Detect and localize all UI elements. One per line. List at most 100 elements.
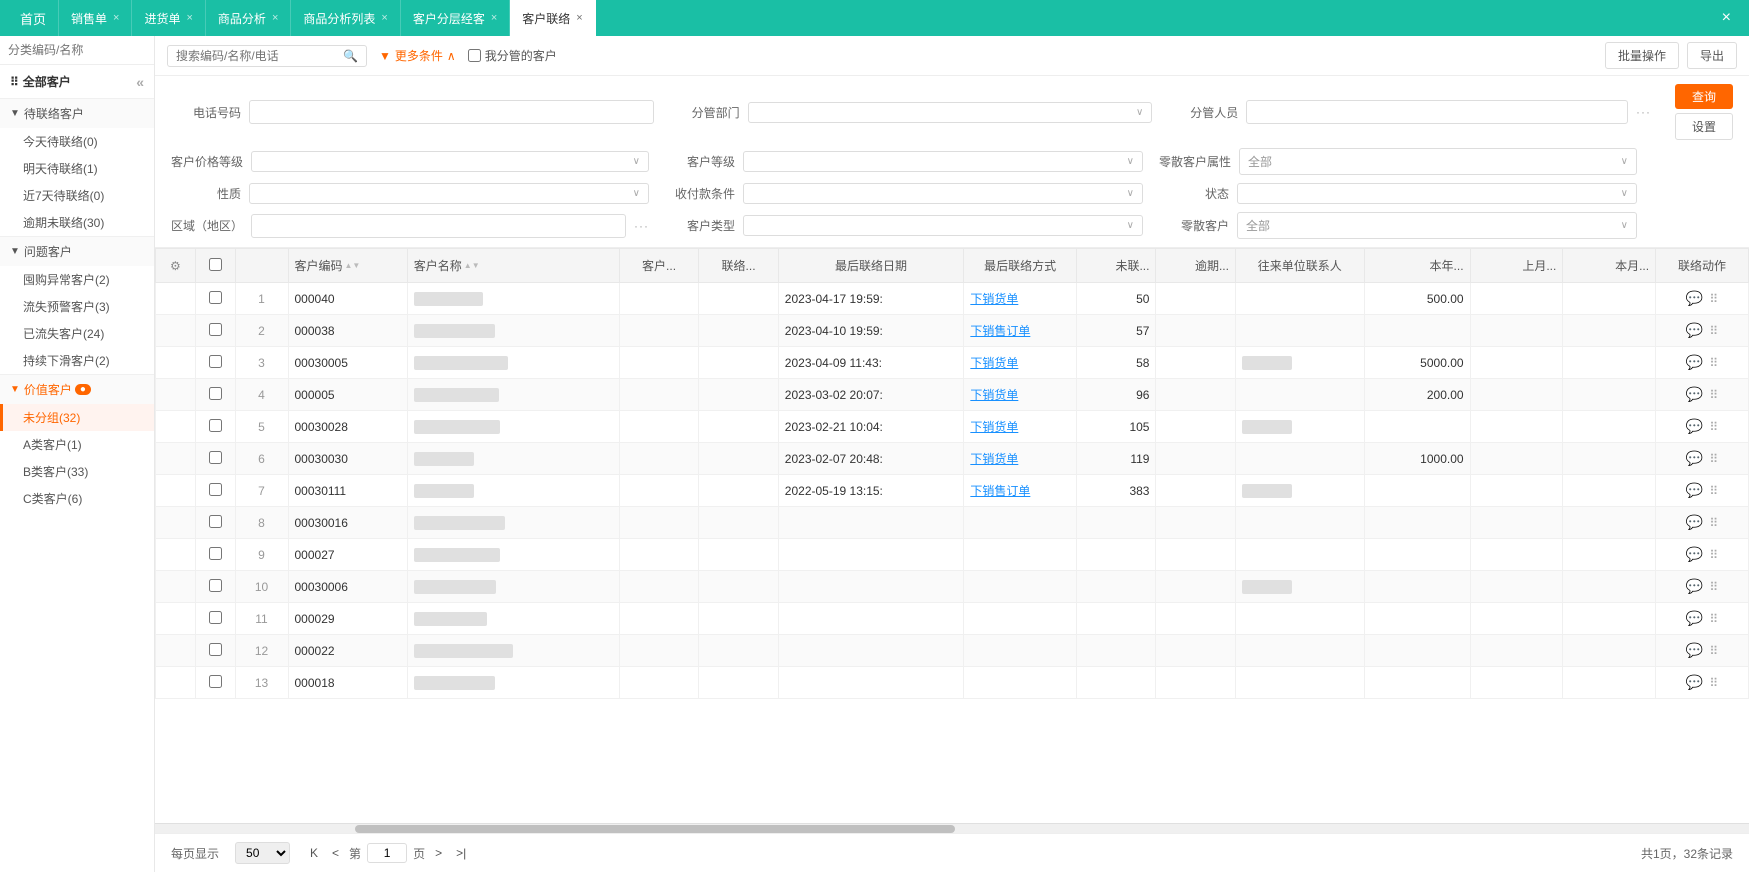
my-customers-checkbox[interactable]: 我分管的客户: [468, 47, 557, 64]
grid-menu-icon[interactable]: ⠿: [1709, 548, 1718, 562]
method-link[interactable]: 下销货单: [970, 452, 1018, 466]
method-link[interactable]: 下销售订单: [970, 324, 1030, 338]
filter-phone-input[interactable]: [249, 100, 654, 124]
chat-icon[interactable]: 💬: [1686, 322, 1703, 339]
row-checkbox[interactable]: [209, 579, 222, 592]
sidebar-collapse-icon[interactable]: «: [136, 74, 144, 90]
filter-retail-attr-select[interactable]: 全部 ∨: [1239, 148, 1637, 175]
close-tab-customer-tier[interactable]: ×: [491, 12, 497, 24]
sidebar-item-overdue[interactable]: 逾期未联络(30): [0, 209, 154, 236]
filter-nature-select[interactable]: ∨: [249, 183, 649, 204]
chat-icon[interactable]: 💬: [1686, 578, 1703, 595]
sidebar-item-declining[interactable]: 持续下滑客户(2): [0, 347, 154, 374]
chat-icon[interactable]: 💬: [1686, 482, 1703, 499]
filter-manager-input[interactable]: [1246, 100, 1628, 124]
last-page-button[interactable]: >|: [452, 844, 470, 862]
row-checkbox[interactable]: [209, 611, 222, 624]
grid-menu-icon[interactable]: ⠿: [1709, 420, 1718, 434]
sidebar-item-churn-warning[interactable]: 流失预警客户(3): [0, 293, 154, 320]
sidebar-item-today[interactable]: 今天待联络(0): [0, 128, 154, 155]
filter-price-level-select[interactable]: ∨: [251, 151, 649, 172]
chat-icon[interactable]: 💬: [1686, 290, 1703, 307]
grid-menu-icon[interactable]: ⠿: [1709, 580, 1718, 594]
sidebar-item-ungroup[interactable]: 未分组(32): [0, 404, 154, 431]
region-dots-icon[interactable]: ···: [634, 219, 649, 233]
name-sort-icon[interactable]: ▲▼: [464, 262, 480, 270]
export-button[interactable]: 导出: [1687, 42, 1737, 69]
nav-tab-analysis[interactable]: 商品分析 ×: [206, 0, 291, 36]
manager-dots-icon[interactable]: ···: [1636, 105, 1651, 119]
table-scrollbar[interactable]: [155, 823, 1749, 833]
sidebar-item-class-c[interactable]: C类客户(6): [0, 485, 154, 512]
sidebar-all-customers[interactable]: ⠿ 全部客户 «: [0, 65, 154, 98]
chat-icon[interactable]: 💬: [1686, 546, 1703, 563]
chat-icon[interactable]: 💬: [1686, 354, 1703, 371]
filter-cust-type-select[interactable]: ∨: [743, 215, 1143, 236]
row-checkbox[interactable]: [209, 643, 222, 656]
close-tab-analysis-list[interactable]: ×: [381, 12, 387, 24]
filter-dept-select[interactable]: ∨: [748, 102, 1153, 123]
first-page-button[interactable]: K: [306, 844, 322, 862]
row-checkbox[interactable]: [209, 547, 222, 560]
filter-cust-level-select[interactable]: ∨: [743, 151, 1143, 172]
method-link[interactable]: 下销货单: [970, 292, 1018, 306]
sidebar-item-hoarding[interactable]: 囤购异常客户(2): [0, 266, 154, 293]
chat-icon[interactable]: 💬: [1686, 674, 1703, 691]
filter-region-input[interactable]: [251, 214, 626, 238]
chat-icon[interactable]: 💬: [1686, 386, 1703, 403]
row-checkbox[interactable]: [209, 323, 222, 336]
row-checkbox[interactable]: [209, 483, 222, 496]
chat-icon[interactable]: 💬: [1686, 610, 1703, 627]
filter-payment-select[interactable]: ∨: [743, 183, 1143, 204]
close-tab-sales[interactable]: ×: [113, 12, 119, 24]
row-checkbox[interactable]: [209, 675, 222, 688]
sidebar-section-pending[interactable]: ▼ 待联络客户: [0, 98, 154, 128]
grid-menu-icon[interactable]: ⠿: [1709, 484, 1718, 498]
grid-menu-icon[interactable]: ⠿: [1709, 292, 1718, 306]
my-customers-check[interactable]: [468, 49, 481, 62]
sidebar-item-class-a[interactable]: A类客户(1): [0, 431, 154, 458]
grid-menu-icon[interactable]: ⠿: [1709, 612, 1718, 626]
row-checkbox[interactable]: [209, 291, 222, 304]
main-search-icon[interactable]: 🔍: [343, 49, 358, 63]
row-checkbox[interactable]: [209, 515, 222, 528]
grid-menu-icon[interactable]: ⠿: [1709, 676, 1718, 690]
chat-icon[interactable]: 💬: [1686, 450, 1703, 467]
row-checkbox[interactable]: [209, 451, 222, 464]
grid-menu-icon[interactable]: ⠿: [1709, 324, 1718, 338]
settings-icon[interactable]: ⚙: [170, 259, 181, 273]
sidebar-search-input[interactable]: [8, 43, 155, 57]
nav-home[interactable]: 首页: [8, 0, 59, 36]
row-checkbox[interactable]: [209, 387, 222, 400]
filter-status-select[interactable]: ∨: [1237, 183, 1637, 204]
query-button[interactable]: 查询: [1675, 84, 1733, 109]
row-checkbox[interactable]: [209, 355, 222, 368]
sidebar-section-problem[interactable]: ▼ 问题客户: [0, 236, 154, 266]
window-close-button[interactable]: ×: [1712, 9, 1741, 27]
grid-menu-icon[interactable]: ⠿: [1709, 644, 1718, 658]
filter-retail-select[interactable]: 全部 ∨: [1237, 212, 1637, 239]
method-link[interactable]: 下销货单: [970, 356, 1018, 370]
prev-page-button[interactable]: <: [328, 844, 343, 862]
sidebar-section-value[interactable]: ▼ 价值客户 ●: [0, 374, 154, 404]
more-conditions-button[interactable]: ▼ 更多条件 ∧: [379, 47, 456, 64]
chat-icon[interactable]: 💬: [1686, 418, 1703, 435]
row-checkbox[interactable]: [209, 419, 222, 432]
next-page-button[interactable]: >: [431, 844, 446, 862]
grid-menu-icon[interactable]: ⠿: [1709, 356, 1718, 370]
main-search-input[interactable]: [176, 49, 343, 63]
sidebar-item-7days[interactable]: 近7天待联络(0): [0, 182, 154, 209]
method-link[interactable]: 下销货单: [970, 420, 1018, 434]
chat-icon[interactable]: 💬: [1686, 514, 1703, 531]
grid-menu-icon[interactable]: ⠿: [1709, 516, 1718, 530]
method-link[interactable]: 下销货单: [970, 388, 1018, 402]
code-sort-icon[interactable]: ▲▼: [345, 262, 361, 270]
grid-menu-icon[interactable]: ⠿: [1709, 452, 1718, 466]
nav-tab-customer-contact[interactable]: 客户联络 ×: [510, 0, 595, 36]
close-tab-analysis[interactable]: ×: [272, 12, 278, 24]
chat-icon[interactable]: 💬: [1686, 642, 1703, 659]
close-tab-purchase[interactable]: ×: [186, 12, 192, 24]
select-all-checkbox[interactable]: [209, 258, 222, 271]
per-page-select[interactable]: 50 100 200: [235, 842, 290, 864]
scrollbar-thumb[interactable]: [355, 825, 955, 833]
